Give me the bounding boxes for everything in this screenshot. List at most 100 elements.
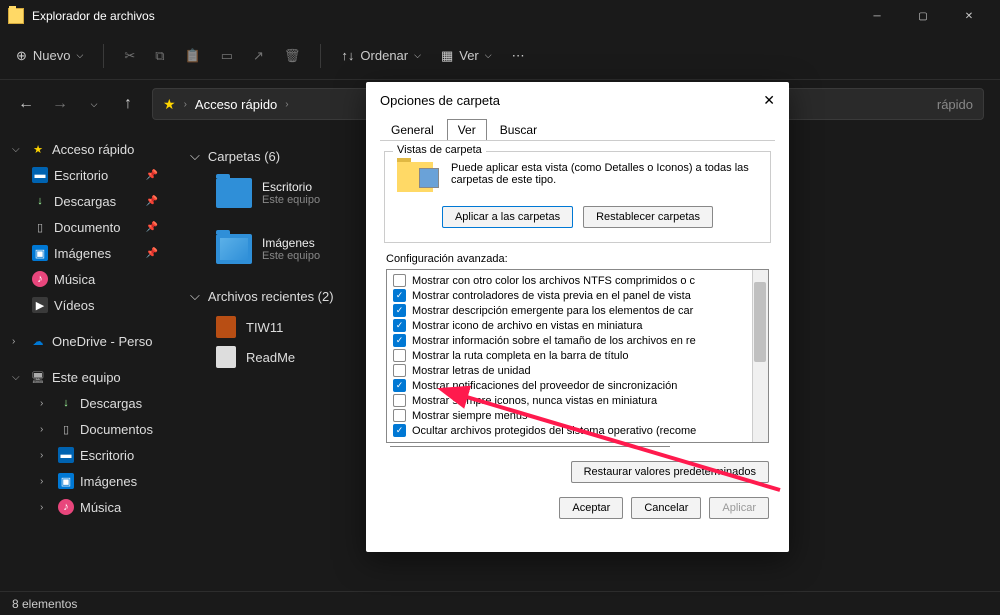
- video-icon: ▶: [32, 297, 48, 313]
- checkbox[interactable]: ✓: [393, 289, 406, 302]
- option-label: Ocultar archivos protegidos del sistema …: [412, 425, 696, 437]
- sidebar-item-label: Vídeos: [54, 298, 94, 313]
- sidebar-pc-documents[interactable]: ›▯Documentos: [4, 416, 166, 442]
- sidebar-onedrive[interactable]: ›☁OneDrive - Perso: [4, 328, 166, 354]
- share-button[interactable]: ↗: [253, 48, 264, 64]
- status-text: 8 elementos: [12, 597, 77, 611]
- folder-views-fieldset: Vistas de carpeta Puede aplicar esta vis…: [384, 151, 771, 243]
- view-icon: ▦: [441, 48, 453, 64]
- adv-option-4[interactable]: ✓Mostrar información sobre el tamaño de …: [391, 333, 764, 348]
- divider: [320, 44, 321, 68]
- checkbox[interactable]: ✓: [393, 424, 406, 437]
- maximize-button[interactable]: ▢: [900, 0, 946, 32]
- new-button[interactable]: ⊕ Nuevo ⌵: [16, 48, 83, 64]
- checkbox[interactable]: ✓: [393, 319, 406, 332]
- sidebar-item-videos[interactable]: ▶ Vídeos: [4, 292, 166, 318]
- apply-to-folders-button[interactable]: Aplicar a las carpetas: [442, 206, 573, 228]
- adv-option-10[interactable]: ✓ Ocultar archivos protegidos del sistema…: [391, 423, 764, 438]
- adv-option-7[interactable]: ✓Mostrar notificaciones del proveedor de…: [391, 378, 764, 393]
- pin-icon: 📌: [146, 248, 158, 259]
- fieldset-label: Vistas de carpeta: [393, 144, 486, 156]
- adv-option-3[interactable]: ✓ Mostrar icono de archivo en vistas en m…: [391, 318, 764, 333]
- sidebar-item-downloads[interactable]: ↓Descargas📌: [4, 188, 166, 214]
- trash-icon: 🗑: [284, 48, 301, 64]
- copy-button[interactable]: ⧉: [155, 48, 164, 64]
- download-icon: ↓: [58, 395, 74, 411]
- sidebar-pc-downloads[interactable]: ›↓Descargas: [4, 390, 166, 416]
- sidebar-this-pc[interactable]: ⌵🖥Este equipo: [4, 364, 166, 390]
- desktop-icon: ▬: [58, 447, 74, 463]
- adv-option-9[interactable]: Mostrar siempre menús: [391, 408, 764, 423]
- new-label: Nuevo: [33, 48, 71, 63]
- tab-search[interactable]: Buscar: [489, 119, 548, 141]
- close-button[interactable]: ✕: [946, 0, 992, 32]
- option-label: Mostrar la ruta completa en la barra de …: [412, 350, 628, 362]
- restore-defaults-button[interactable]: Restaurar valores predeterminados: [571, 461, 769, 483]
- sidebar-pc-desktop[interactable]: ›▬Escritorio: [4, 442, 166, 468]
- star-icon: ★: [30, 141, 46, 157]
- chevron-down-icon: ⌵: [76, 50, 83, 61]
- rename-button[interactable]: ▭: [221, 48, 233, 64]
- paste-button[interactable]: 📋: [185, 48, 201, 64]
- paste-icon: 📋: [185, 48, 201, 64]
- sidebar-item-label: Música: [54, 272, 95, 287]
- file-icon: [216, 346, 236, 368]
- cancel-button[interactable]: Cancelar: [631, 497, 701, 519]
- adv-option-8[interactable]: Mostrar siempre iconos, nunca vistas en …: [391, 393, 764, 408]
- chevron-down-icon: ⌵: [485, 50, 492, 61]
- view-button[interactable]: ▦ Ver ⌵: [441, 48, 492, 64]
- folder-pictures[interactable]: ImágenesEste equipo: [210, 228, 326, 270]
- chevron-right-icon: ›: [40, 476, 52, 487]
- adv-option-6[interactable]: Mostrar letras de unidad: [391, 363, 764, 378]
- forward-button[interactable]: →: [50, 94, 70, 114]
- checkbox[interactable]: ✓: [393, 304, 406, 317]
- desktop-icon: ▬: [32, 167, 48, 183]
- checkbox[interactable]: [393, 274, 406, 287]
- checkbox[interactable]: ✓: [393, 334, 406, 347]
- delete-button[interactable]: 🗑: [284, 48, 301, 64]
- adv-option-5[interactable]: Mostrar la ruta completa en la barra de …: [391, 348, 764, 363]
- recent-button[interactable]: ⌵: [84, 94, 104, 114]
- chevron-down-icon: ⌵: [414, 50, 421, 61]
- sidebar-item-documents[interactable]: ▯Documento📌: [4, 214, 166, 240]
- back-button[interactable]: ←: [16, 94, 36, 114]
- sidebar-item-music[interactable]: ♪Música: [4, 266, 166, 292]
- up-button[interactable]: ↑: [118, 94, 138, 114]
- folder-desktop[interactable]: EscritorioEste equipo: [210, 172, 326, 214]
- tab-view[interactable]: Ver: [447, 119, 487, 141]
- scrollbar[interactable]: [752, 270, 768, 442]
- dialog-close-button[interactable]: ✕: [763, 92, 775, 109]
- pin-icon: 📌: [146, 170, 158, 181]
- sidebar-pc-music[interactable]: ›♪Música: [4, 494, 166, 520]
- tab-general[interactable]: General: [380, 119, 445, 141]
- adv-option-1[interactable]: ✓Mostrar controladores de vista previa e…: [391, 288, 764, 303]
- adv-option-0[interactable]: Mostrar con otro color los archivos NTFS…: [391, 273, 764, 288]
- checkbox[interactable]: [393, 349, 406, 362]
- breadcrumb-root[interactable]: Acceso rápido: [195, 97, 277, 112]
- minimize-button[interactable]: ─: [854, 0, 900, 32]
- adv-option-2[interactable]: ✓Mostrar descripción emergente para los …: [391, 303, 764, 318]
- checkbox[interactable]: [393, 364, 406, 377]
- reset-folders-button[interactable]: Restablecer carpetas: [583, 206, 713, 228]
- sidebar-item-pictures[interactable]: ▣Imágenes📌: [4, 240, 166, 266]
- cut-button[interactable]: ✂: [124, 48, 135, 64]
- scroll-thumb[interactable]: [754, 282, 766, 362]
- sort-button[interactable]: ↑↓ Ordenar ⌵: [341, 48, 421, 63]
- checkbox[interactable]: [393, 394, 406, 407]
- more-button[interactable]: ⋯: [512, 48, 525, 64]
- breadcrumb-tail: rápido: [937, 97, 973, 112]
- checkbox[interactable]: [393, 409, 406, 422]
- sidebar-item-label: Documentos: [80, 422, 153, 437]
- pin-icon: 📌: [146, 196, 158, 207]
- cloud-icon: ☁: [30, 333, 46, 349]
- checkbox[interactable]: ✓: [393, 379, 406, 392]
- advanced-settings-list[interactable]: Mostrar con otro color los archivos NTFS…: [386, 269, 769, 443]
- sidebar-quick-access[interactable]: ⌵ ★ Acceso rápido: [4, 136, 166, 162]
- ok-button[interactable]: Aceptar: [559, 497, 623, 519]
- sidebar-item-desktop[interactable]: ▬Escritorio📌: [4, 162, 166, 188]
- apply-button[interactable]: Aplicar: [709, 497, 769, 519]
- image-icon: ▣: [58, 473, 74, 489]
- sidebar-pc-pictures[interactable]: ›▣Imágenes: [4, 468, 166, 494]
- option-label: Mostrar icono de archivo en vistas en mi…: [412, 320, 643, 332]
- archive-icon: [216, 316, 236, 338]
